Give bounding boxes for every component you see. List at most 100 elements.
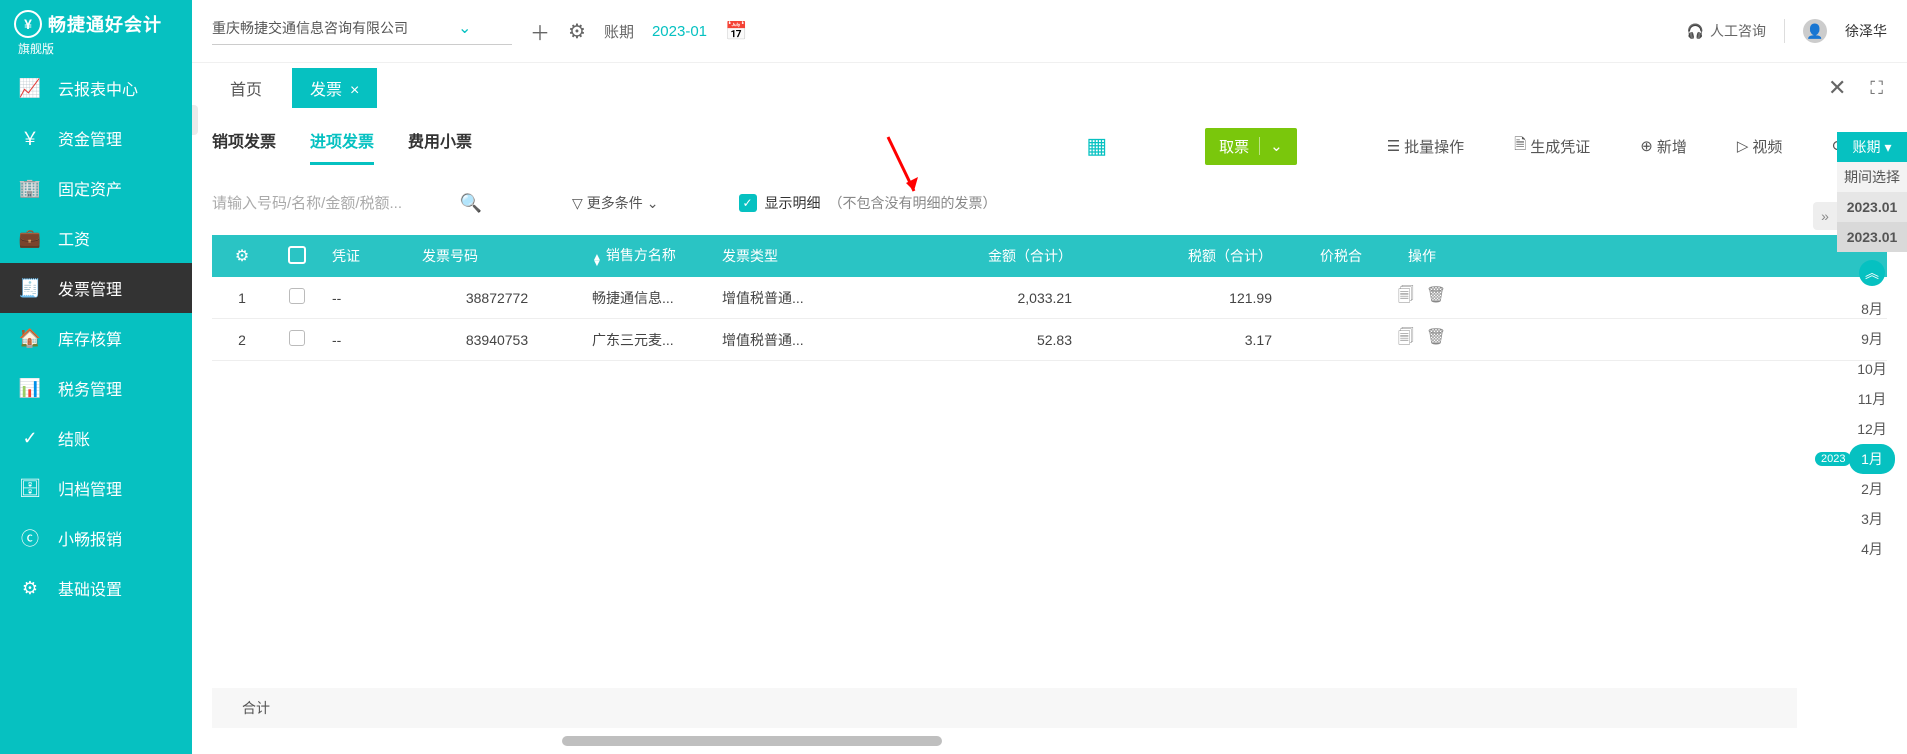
delete-icon[interactable]: 🗑 — [1426, 329, 1446, 346]
delete-icon[interactable]: 🗑 — [1426, 287, 1446, 304]
col-ops: 操作 — [1372, 246, 1472, 266]
headset-icon: 🎧 — [1687, 23, 1704, 40]
period-month[interactable]: 11月 — [1837, 384, 1907, 414]
consult-button[interactable]: 🎧 人工咨询 — [1687, 21, 1766, 41]
menu-icon: 📊 — [20, 378, 40, 399]
col-amount[interactable]: 金额（合计） — [852, 246, 1082, 266]
table-row[interactable]: 1 -- 38872772 畅捷通信息... 增值税普通... 2,033.21… — [212, 277, 1887, 319]
sidebar-item-label: 固定资产 — [58, 176, 122, 200]
show-detail-label: 显示明细 — [765, 193, 821, 213]
search-icon[interactable]: 🔍 — [460, 193, 482, 214]
more-conditions[interactable]: ▽ 更多条件 ⌄ — [572, 193, 659, 213]
view-icon[interactable]: 🗐 — [1398, 329, 1414, 346]
page-tabs: 首页发票× ✕ ⛶ — [192, 63, 1907, 113]
show-detail-checkbox[interactable]: ✓ — [739, 194, 757, 212]
period-year[interactable]: 2023.01 — [1837, 222, 1907, 252]
gear-icon[interactable]: ⚙ — [568, 19, 586, 44]
video-button[interactable]: ▷视频 — [1729, 132, 1791, 161]
qr-icon[interactable]: ▦ — [1086, 133, 1107, 159]
row-checkbox[interactable] — [289, 288, 305, 304]
row-checkbox[interactable] — [289, 330, 305, 346]
close-tab-button[interactable]: ✕ — [1820, 75, 1854, 101]
page-tab[interactable]: 发票× — [292, 68, 377, 108]
consult-label: 人工咨询 — [1710, 21, 1766, 41]
col-voucher[interactable]: 凭证 — [322, 246, 412, 266]
sub-tab[interactable]: 进项发票 — [310, 128, 374, 165]
close-icon[interactable]: × — [350, 82, 359, 99]
period-year[interactable]: 2023.01 — [1837, 192, 1907, 222]
scroll-up-icon[interactable]: ︽ — [1859, 260, 1885, 286]
total-label: 合计 — [242, 698, 270, 718]
sidebar-item[interactable]: ✓结账 — [0, 413, 192, 463]
gen-voucher-button[interactable]: 🗎生成凭证 — [1506, 130, 1598, 163]
period-month[interactable]: 10月 — [1837, 354, 1907, 384]
logo: ¥ 畅捷通好会计 旗舰版 — [0, 0, 192, 63]
batch-button[interactable]: ☰批量操作 — [1379, 132, 1472, 161]
period-month[interactable]: 9月 — [1837, 324, 1907, 354]
avatar[interactable]: 👤 — [1803, 19, 1827, 43]
sidebar-item-label: 小畅报销 — [58, 526, 122, 550]
period-month[interactable]: 2月 — [1837, 474, 1907, 504]
plus-icon[interactable]: ＋ — [530, 17, 550, 46]
menu-icon: 🗄 — [20, 478, 40, 499]
col-price-tax[interactable]: 价税合 — [1282, 246, 1372, 266]
menu-icon: 🏠 — [20, 328, 40, 349]
sidebar-item[interactable]: ⚙基础设置 — [0, 563, 192, 613]
fetch-label: 取票 — [1219, 136, 1249, 157]
period-month[interactable]: 4月 — [1837, 534, 1907, 564]
sub-tab[interactable]: 费用小票 — [408, 128, 472, 165]
invoice-table: ⚙ 凭证 发票号码 ▲▼销售方名称 发票类型 金额（合计） 税额（合计） 价税合… — [212, 235, 1887, 361]
sidebar-item[interactable]: 🗄归档管理 — [0, 463, 192, 513]
sub-tab[interactable]: 销项发票 — [212, 128, 276, 165]
select-all-checkbox[interactable] — [288, 246, 306, 264]
sidebar-item[interactable]: 📈云报表中心 — [0, 63, 192, 113]
chevron-down-icon: ⌄ — [458, 18, 471, 38]
calendar-icon[interactable]: 📅 — [725, 21, 747, 42]
sidebar-item[interactable]: 📊 税务管理 — [0, 363, 192, 413]
content: 销项发票进项发票费用小票 ▦ 取票 ⌄ ☰批量操作 🗎生成凭证 ⊕新增 ▷视频 … — [192, 113, 1907, 754]
period-panel-head[interactable]: 账期▾ — [1837, 132, 1907, 162]
sidebar-item-label: 库存核算 — [58, 326, 122, 350]
sidebar-item[interactable]: 🧾发票管理 — [0, 263, 192, 313]
add-button[interactable]: ⊕新增 — [1632, 132, 1695, 161]
chevron-down-icon: ⌄ — [647, 195, 659, 212]
view-icon[interactable]: 🗐 — [1398, 287, 1414, 304]
plus-circle-icon: ⊕ — [1640, 137, 1653, 155]
search-input[interactable] — [212, 195, 460, 212]
page-tab[interactable]: 首页 — [212, 68, 280, 108]
username[interactable]: 徐泽华 — [1845, 21, 1887, 41]
col-tax[interactable]: 税额（合计） — [1082, 246, 1282, 266]
col-invoice-no[interactable]: 发票号码 — [412, 246, 582, 266]
col-type[interactable]: 发票类型 — [712, 246, 852, 266]
sidebar-item-label: 税务管理 — [58, 376, 122, 400]
fullscreen-icon[interactable]: ⛶ — [1866, 78, 1887, 99]
chevron-down-icon: ⌄ — [1259, 137, 1283, 155]
search-input-wrap: 🔍 — [212, 193, 482, 214]
brand-title: 畅捷通好会计 — [48, 11, 162, 37]
table-header: ⚙ 凭证 发票号码 ▲▼销售方名称 发票类型 金额（合计） 税额（合计） 价税合… — [212, 235, 1887, 277]
period-month[interactable]: 3月 — [1837, 504, 1907, 534]
period-value[interactable]: 2023-01 — [652, 23, 707, 40]
sidebar-item[interactable]: ￥资金管理 — [0, 113, 192, 163]
fetch-invoice-button[interactable]: 取票 ⌄ — [1205, 128, 1297, 165]
period-month[interactable]: 8月 — [1837, 294, 1907, 324]
chevron-down-icon: ▾ — [1884, 139, 1891, 156]
table-row[interactable]: 2 -- 83940753 广东三元麦... 增值税普通... 52.83 3.… — [212, 319, 1887, 361]
sidebar-item-label: 工资 — [58, 226, 90, 250]
period-label: 账期 — [604, 21, 634, 42]
company-name: 重庆畅捷交通信息咨询有限公司 — [212, 18, 408, 38]
show-detail-hint: （不包含没有明细的发票） — [829, 193, 997, 213]
col-seller[interactable]: ▲▼销售方名称 — [582, 245, 712, 267]
sidebar-item[interactable]: ⓒ 小畅报销 — [0, 513, 192, 563]
period-month[interactable]: 20231月 — [1849, 444, 1895, 474]
sidebar-item[interactable]: 💼工资 — [0, 213, 192, 263]
company-selector[interactable]: 重庆畅捷交通信息咨询有限公司 ⌄ — [212, 18, 512, 45]
sidebar-item[interactable]: 🏠 库存核算 — [0, 313, 192, 363]
menu-icon: ⓒ — [20, 525, 40, 551]
logo-icon: ¥ — [14, 10, 42, 38]
period-panel-toggle[interactable]: » — [1813, 202, 1837, 230]
gear-icon[interactable]: ⚙ — [235, 248, 249, 265]
horizontal-scrollbar[interactable] — [562, 736, 942, 746]
sidebar-item[interactable]: 🏢固定资产 — [0, 163, 192, 213]
period-month[interactable]: 12月 — [1837, 414, 1907, 444]
